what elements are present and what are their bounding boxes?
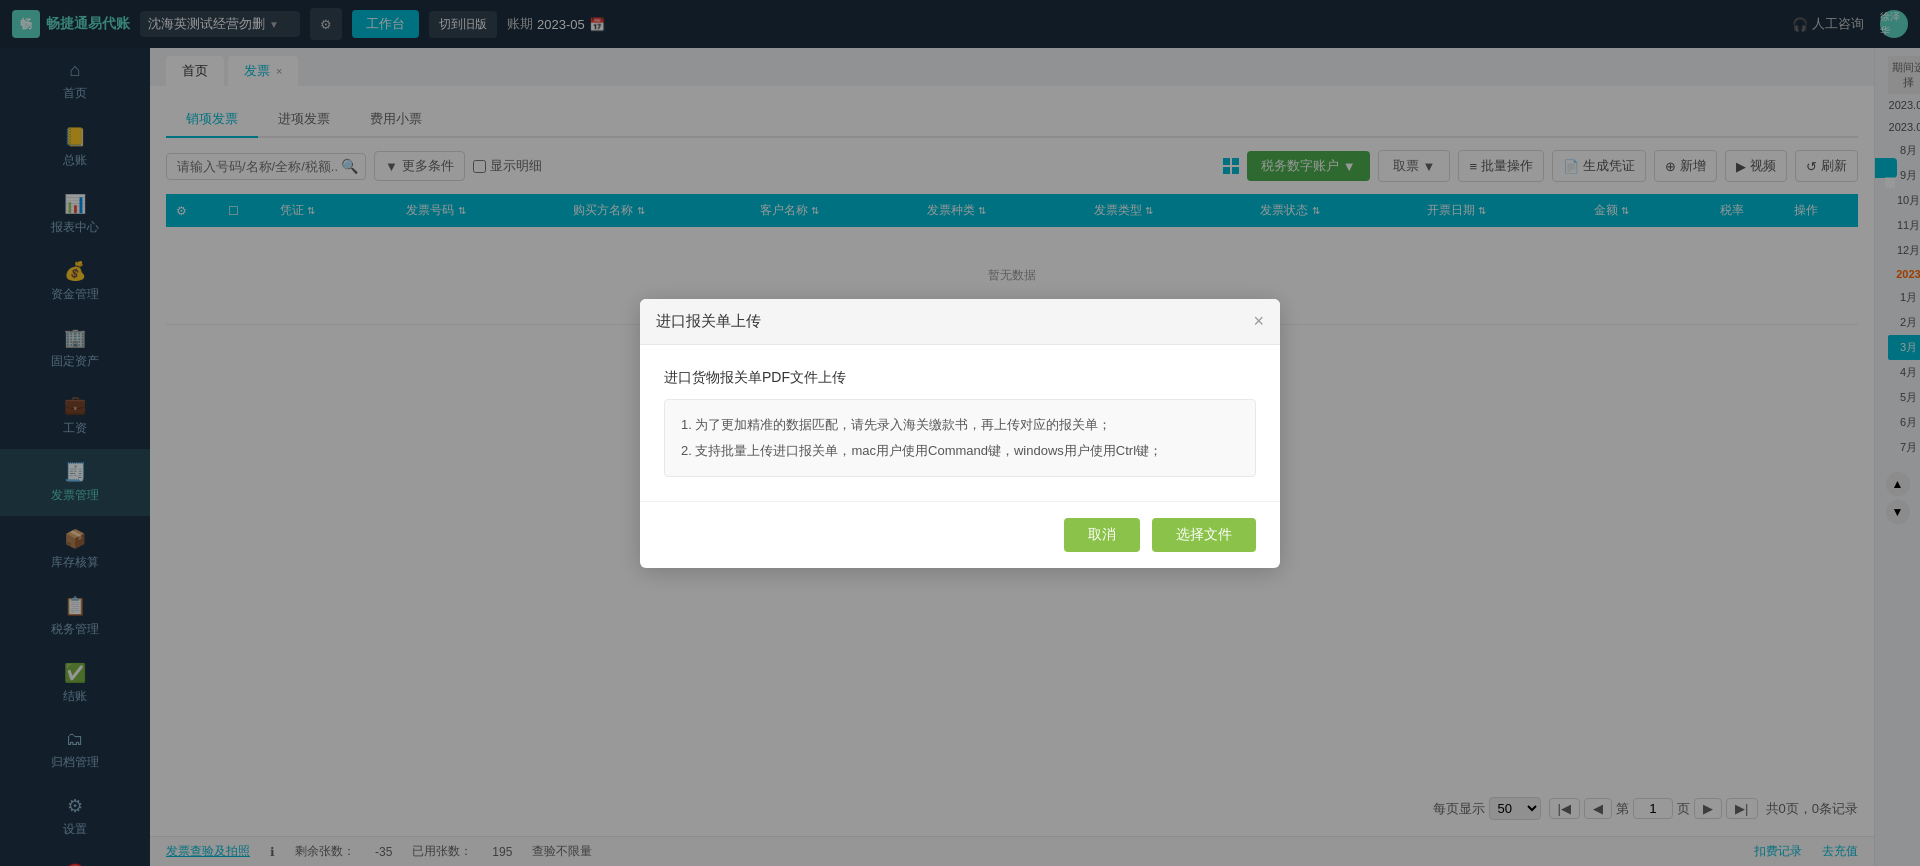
modal-upload-title: 进口货物报关单PDF文件上传 bbox=[664, 369, 1256, 387]
modal-title: 进口报关单上传 bbox=[656, 312, 761, 331]
modal-header: 进口报关单上传 × bbox=[640, 299, 1280, 345]
modal-overlay[interactable]: 进口报关单上传 × 进口货物报关单PDF文件上传 1. 为了更加精准的数据匹配，… bbox=[0, 0, 1920, 866]
modal-tip-1: 1. 为了更加精准的数据匹配，请先录入海关缴款书，再上传对应的报关单； bbox=[681, 412, 1239, 438]
modal-close-button[interactable]: × bbox=[1253, 311, 1264, 332]
modal-tips: 1. 为了更加精准的数据匹配，请先录入海关缴款书，再上传对应的报关单； 2. 支… bbox=[664, 399, 1256, 477]
modal-select-file-button[interactable]: 选择文件 bbox=[1152, 518, 1256, 552]
modal-tip-2: 2. 支持批量上传进口报关单，mac用户使用Command键，windows用户… bbox=[681, 438, 1239, 464]
modal-footer: 取消 选择文件 bbox=[640, 501, 1280, 568]
import-modal: 进口报关单上传 × 进口货物报关单PDF文件上传 1. 为了更加精准的数据匹配，… bbox=[640, 299, 1280, 568]
modal-body: 进口货物报关单PDF文件上传 1. 为了更加精准的数据匹配，请先录入海关缴款书，… bbox=[640, 345, 1280, 501]
modal-cancel-button[interactable]: 取消 bbox=[1064, 518, 1140, 552]
